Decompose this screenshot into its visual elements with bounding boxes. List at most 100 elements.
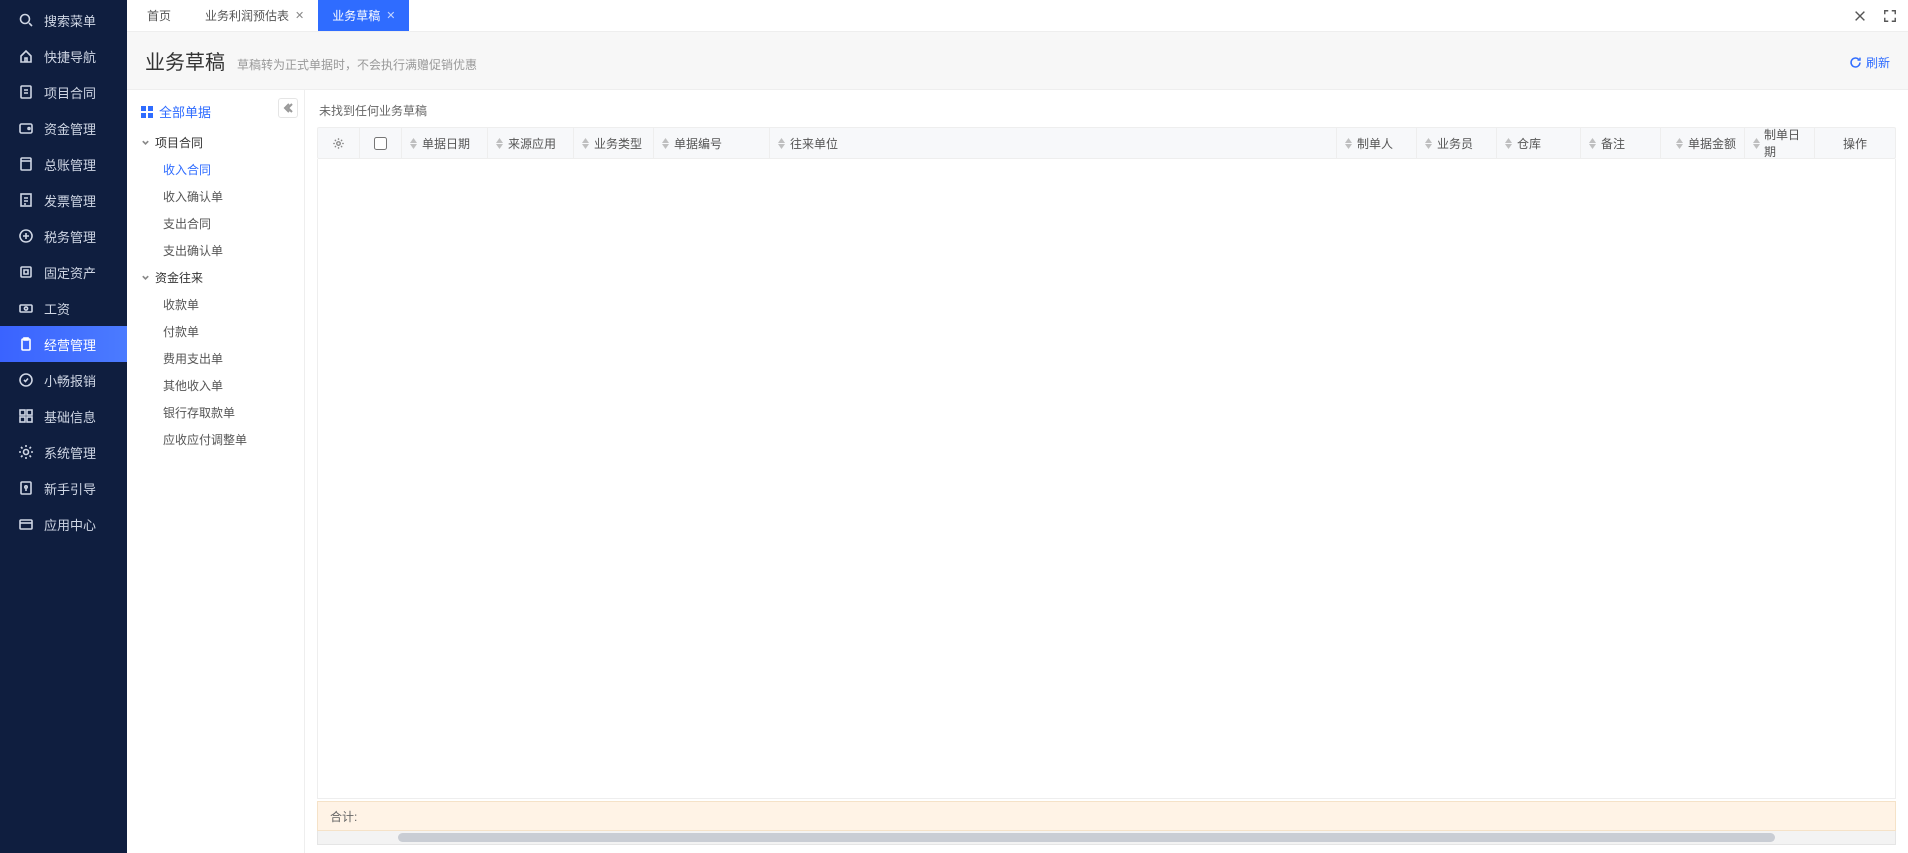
table-header: 单据日期 来源应用 业务类型 单据编号 往来单位 制单人 业务员 仓库 备注 单… [317,127,1896,159]
fullscreen-icon[interactable] [1876,2,1904,30]
sidebar-item-label: 基础信息 [44,407,96,426]
category-item[interactable]: 支出确认单 [127,237,304,264]
sidebar-item-ledger[interactable]: 总账管理 [0,146,127,182]
category-item[interactable]: 收入确认单 [127,183,304,210]
invoice-icon [18,192,34,208]
tax-icon [18,228,34,244]
refresh-label: 刷新 [1866,54,1890,71]
guide-icon [18,480,34,496]
category-group-label: 资金往来 [155,269,203,286]
category-item[interactable]: 应收应付调整单 [127,426,304,453]
page-title: 业务草稿 [145,46,225,75]
tabbar-actions [1846,0,1908,31]
horizontal-scrollbar[interactable] [317,831,1896,845]
sidebar-item-sys-mgmt[interactable]: 系统管理 [0,434,127,470]
table-footer: 合计: [317,801,1896,831]
chevron-down-icon [141,273,151,283]
wallet-icon [18,120,34,136]
column-settings-icon[interactable] [318,128,360,158]
chevron-down-icon [141,138,151,148]
sidebar-item-label: 资金管理 [44,119,96,138]
search-icon [18,12,34,28]
col-warehouse[interactable]: 仓库 [1497,128,1581,158]
category-item[interactable]: 费用支出单 [127,345,304,372]
collapse-panel-icon[interactable] [278,98,298,118]
sidebar-item-label: 税务管理 [44,227,96,246]
all-bills-label: 全部单据 [159,102,211,121]
sidebar-item-label: 固定资产 [44,263,96,282]
col-actions: 操作 [1815,128,1895,158]
sidebar-item-xiaochang[interactable]: 小畅报销 [0,362,127,398]
category-item[interactable]: 其他收入单 [127,372,304,399]
col-type[interactable]: 业务类型 [574,128,654,158]
sidebar-item-label: 项目合同 [44,83,96,102]
col-number[interactable]: 单据编号 [654,128,770,158]
sidebar-item-label: 工资 [44,299,70,318]
sidebar-item-app-center[interactable]: 应用中心 [0,506,127,542]
sort-icon [410,138,418,149]
sidebar-item-basic-info[interactable]: 基础信息 [0,398,127,434]
sidebar-item-fund-mgmt[interactable]: 资金管理 [0,110,127,146]
scrollbar-thumb[interactable] [398,833,1775,842]
col-date[interactable]: 单据日期 [402,128,488,158]
sidebar-item-search-menu[interactable]: 搜索菜单 [0,2,127,38]
clipboard-icon [18,336,34,352]
book-icon [18,156,34,172]
select-all-checkbox[interactable] [360,128,402,158]
col-source[interactable]: 来源应用 [488,128,574,158]
sidebar-item-operation[interactable]: 经营管理 [0,326,127,362]
tab-label: 业务草稿 [332,7,380,24]
col-make-date[interactable]: 制单日期 [1745,128,1815,158]
gear-icon [18,444,34,460]
doc-icon [18,84,34,100]
sidebar-item-label: 新手引导 [44,479,96,498]
close-icon[interactable]: ✕ [295,9,304,22]
home-icon [18,48,34,64]
refresh-button[interactable]: 刷新 [1849,54,1890,71]
page-header: 业务草稿 草稿转为正式单据时，不会执行满赠促销优惠 刷新 [127,32,1908,90]
tab-label: 首页 [147,7,171,24]
tab-profit[interactable]: 业务利润预估表 ✕ [191,0,318,31]
table-area: 未找到任何业务草稿 单据日期 来源应用 业务类型 单据编号 往来单位 制单人 业… [305,90,1908,853]
circleg-icon [18,372,34,388]
sidebar-item-invoice[interactable]: 发票管理 [0,182,127,218]
close-icon[interactable]: ✕ [386,9,395,22]
footer-total-label: 合计: [330,808,357,825]
sidebar-item-quick-nav[interactable]: 快捷导航 [0,38,127,74]
category-item[interactable]: 收入合同 [127,156,304,183]
close-all-icon[interactable] [1846,2,1874,30]
col-maker[interactable]: 制单人 [1337,128,1417,158]
category-panel: 全部单据 项目合同收入合同收入确认单支出合同支出确认单资金往来收款单付款单费用支… [127,90,305,853]
col-remark[interactable]: 备注 [1581,128,1661,158]
category-group[interactable]: 资金往来 [127,264,304,291]
sidebar-item-label: 发票管理 [44,191,96,210]
tab-label: 业务利润预估表 [205,7,289,24]
sidebar-item-project-contract[interactable]: 项目合同 [0,74,127,110]
sidebar-item-fixed-asset[interactable]: 固定资产 [0,254,127,290]
table-body [317,159,1896,799]
asset-icon [18,264,34,280]
sidebar-item-tax[interactable]: 税务管理 [0,218,127,254]
sidebar-item-label: 系统管理 [44,443,96,462]
sidebar-item-label: 经营管理 [44,335,96,354]
sidebar-item-guide[interactable]: 新手引导 [0,470,127,506]
tab-bar: 首页 业务利润预估表 ✕ 业务草稿 ✕ [127,0,1908,32]
category-item[interactable]: 支出合同 [127,210,304,237]
left-sidebar: 搜索菜单快捷导航项目合同资金管理总账管理发票管理税务管理固定资产工资经营管理小畅… [0,0,127,853]
category-item[interactable]: 收款单 [127,291,304,318]
sidebar-item-salary[interactable]: 工资 [0,290,127,326]
sidebar-item-label: 应用中心 [44,515,96,534]
category-item[interactable]: 付款单 [127,318,304,345]
tab-home[interactable]: 首页 [127,0,191,31]
sidebar-item-label: 小畅报销 [44,371,96,390]
col-party[interactable]: 往来单位 [770,128,1337,158]
category-group-label: 项目合同 [155,134,203,151]
apps-icon [18,516,34,532]
category-item[interactable]: 银行存取款单 [127,399,304,426]
empty-message: 未找到任何业务草稿 [317,102,1896,127]
category-group[interactable]: 项目合同 [127,129,304,156]
col-amount[interactable]: 单据金额 [1661,128,1745,158]
grid-icon [141,106,153,118]
col-sales[interactable]: 业务员 [1417,128,1497,158]
tab-draft[interactable]: 业务草稿 ✕ [318,0,409,31]
